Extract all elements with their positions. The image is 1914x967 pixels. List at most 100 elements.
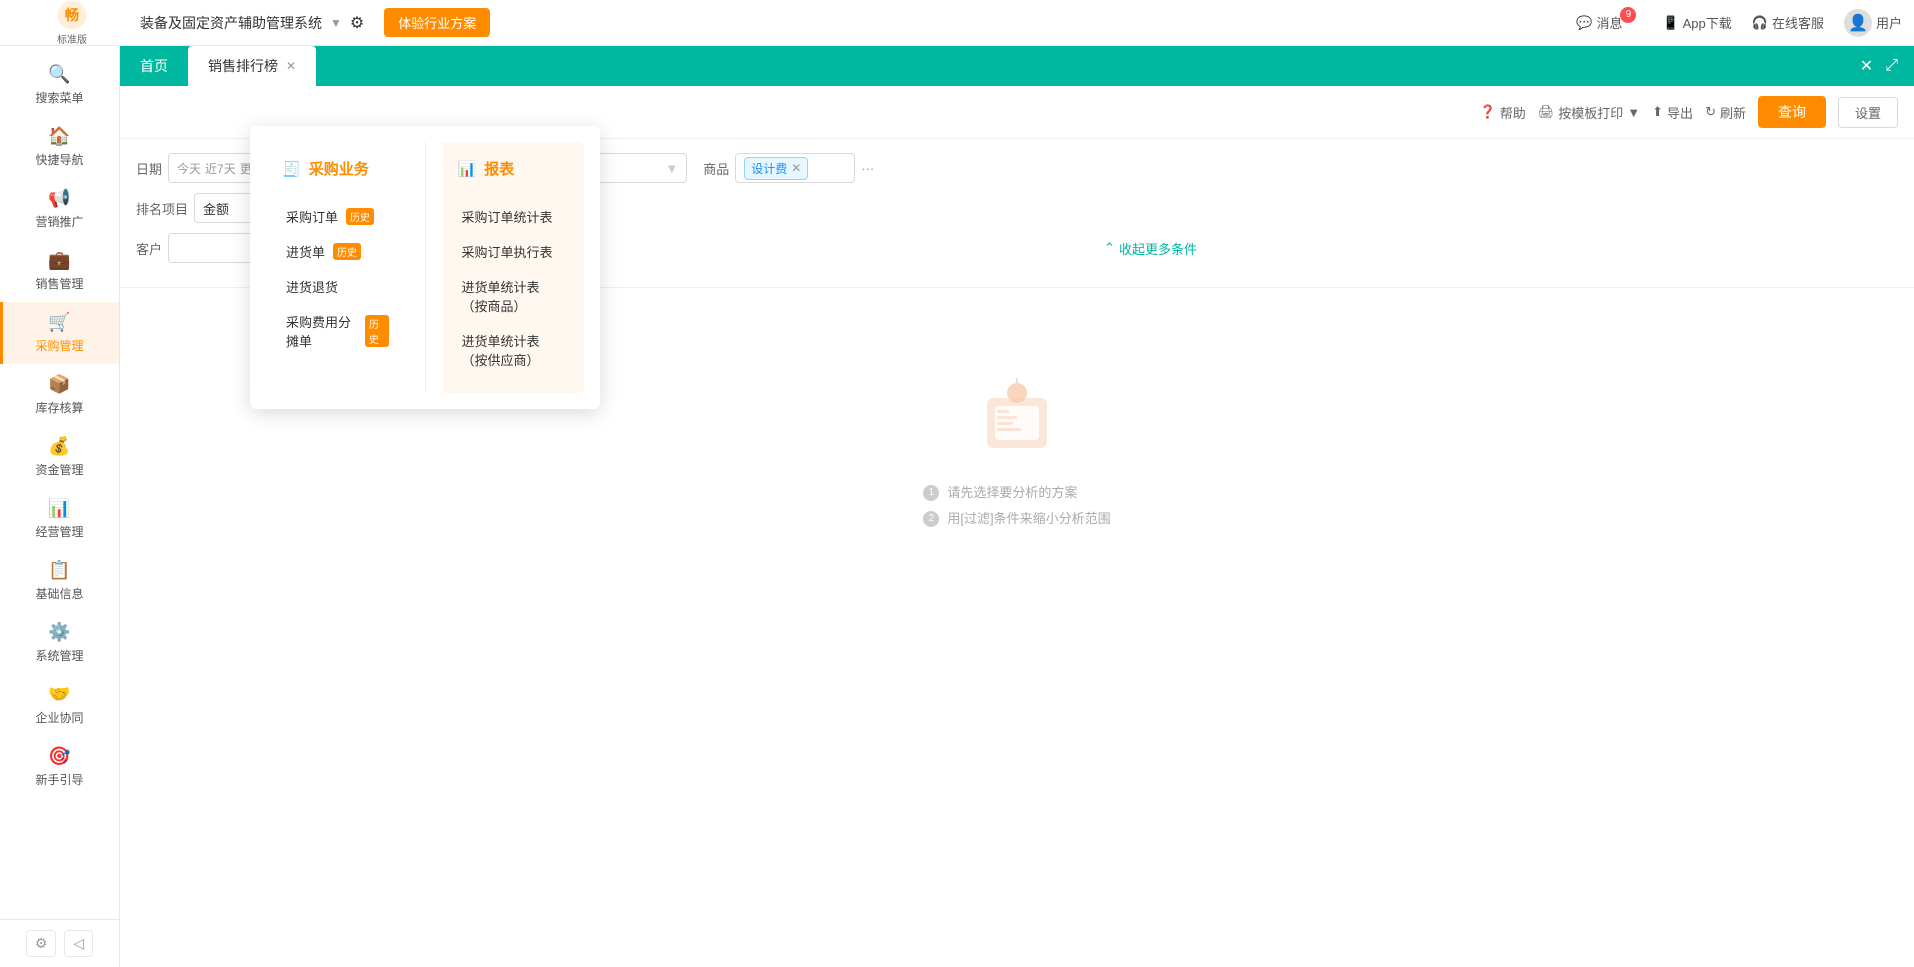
sidebar-bottom: ⚙ ◁ [0,919,119,967]
date-quick-today[interactable]: 今天 [177,160,201,177]
menu-item-incoming-label: 进货单 [286,242,325,261]
sidebar-item-purchase[interactable]: 🛒 采购管理 [0,302,119,364]
tab-expand-icon[interactable]: ⤢ [1881,53,1902,79]
menu-item-order-stats-label: 采购订单统计表 [462,207,553,226]
menu-item-order-stats[interactable]: 采购订单统计表 [458,199,569,234]
empty-tip-2: 2 用[过滤]条件来缩小分析范围 [923,506,1110,532]
sidebar-item-label: 搜索菜单 [35,89,83,106]
sidebar-item-search[interactable]: 🔍 搜索菜单 [0,54,119,116]
finance-icon: 💰 [48,436,70,457]
purchase-section-title: 🧾 采购业务 [282,158,393,187]
collapse-sidebar-btn[interactable]: ◁ [64,930,93,957]
tip-dot-2: 2 [923,511,939,527]
query-btn[interactable]: 查询 [1758,96,1826,128]
setting-btn[interactable]: 设置 [1838,97,1898,128]
sidebar-item-label: 企业协同 [35,709,83,726]
tab-bar: 首页 销售排行榜 ✕ ✕ ⤢ [120,46,1914,86]
sidebar-item-label: 基础信息 [35,585,83,602]
customer-label: 客户 [136,239,162,258]
online-service-btn[interactable]: 🎧 在线客服 [1752,13,1824,32]
menu-item-order-exec[interactable]: 采购订单执行表 [458,234,569,269]
message-label: 消息 [1596,13,1622,32]
goods-filter: 商品 设计费 ✕ ··· [703,153,874,183]
collapse-btn[interactable]: ⌃ 收起更多条件 [1104,239,1197,258]
svg-text:畅: 畅 [65,6,79,24]
sidebar-item-label: 系统管理 [35,647,83,664]
sidebar-item-label: 新手引导 [35,771,83,788]
menu-item-incoming-stats-goods-label: 进货单统计表（按商品） [462,277,565,315]
sidebar-item-quick-nav[interactable]: 🏠 快捷导航 [0,116,119,178]
menu-item-return-label: 进货退货 [286,277,338,296]
report-section: 📊 报表 采购订单统计表 采购订单执行表 进货单统计表（按商品） 进货单统计表（… [442,142,585,393]
system-title: 装备及固定资产辅助管理系统 ▼ ⚙ 体验行业方案 [140,8,1576,37]
tip-dot-1: 1 [923,485,939,501]
chevron-down-icon: ▼ [665,161,678,176]
sidebar-item-finance[interactable]: 💰 资金管理 [0,426,119,488]
sidebar-item-label: 快捷导航 [35,151,83,168]
menu-item-incoming-stats-supplier-label: 进货单统计表（按供应商） [462,331,565,369]
chevron-down-icon[interactable]: ▼ [330,16,342,30]
logo-subtitle: 标准版 [57,31,87,46]
help-icon: ❓ [1480,104,1496,120]
sidebar: 🔍 搜索菜单 🏠 快捷导航 📢 营销推广 💼 销售管理 🛒 采购管理 📦 库存核… [0,46,120,967]
print-btn[interactable]: 🖨 按模板打印 ▼ [1538,103,1640,122]
tab-sales-rank[interactable]: 销售排行榜 ✕ [188,46,316,86]
user-label: 用户 [1876,13,1902,32]
sales-icon: 💼 [48,250,70,271]
menu-item-order-exec-label: 采购订单执行表 [462,242,553,261]
menu-item-purchase-order[interactable]: 采购订单 历史 [282,199,393,234]
logo-icon: 畅 [56,0,88,31]
sidebar-item-marketing[interactable]: 📢 营销推广 [0,178,119,240]
goods-more-btn[interactable]: ··· [861,161,874,176]
goods-tag-close-btn[interactable]: ✕ [791,161,801,175]
purchase-section-icon: 🧾 [282,160,301,178]
menu-item-expense[interactable]: 采购费用分摊单 历史 [282,304,393,358]
headset-icon: 🎧 [1752,15,1768,31]
sidebar-item-cooperation[interactable]: 🤝 企业协同 [0,674,119,736]
sidebar-item-guide[interactable]: 🎯 新手引导 [0,736,119,798]
message-btn[interactable]: 💬 消息 9 [1576,13,1642,32]
help-btn[interactable]: ❓ 帮助 [1480,103,1526,122]
menu-item-return[interactable]: 进货退货 [282,269,393,304]
print-chevron-icon: ▼ [1627,105,1640,120]
message-badge: 9 [1620,7,1636,23]
settings-btn[interactable]: ⚙ [26,930,57,957]
menu-item-incoming[interactable]: 进货单 历史 [282,234,393,269]
tab-close-icon[interactable]: ✕ [1856,52,1877,80]
sidebar-item-system[interactable]: ⚙️ 系统管理 [0,612,119,674]
goods-input[interactable]: 设计费 ✕ [735,153,855,183]
app-download-btn[interactable]: 📱 App下载 [1662,13,1731,32]
collapse-label: 收起更多条件 [1119,239,1197,258]
tab-home[interactable]: 首页 [120,46,188,86]
purchase-dropdown-menu: 🧾 采购业务 采购订单 历史 进货单 历史 进货退货 [250,126,600,409]
refresh-btn[interactable]: ↻ 刷新 [1705,103,1746,122]
gear-icon[interactable]: ⚙ [350,13,364,33]
sidebar-item-label: 营销推广 [35,213,83,230]
online-service-label: 在线客服 [1772,13,1824,32]
menu-item-incoming-stats-goods[interactable]: 进货单统计表（按商品） [458,269,569,323]
report-section-title: 📊 报表 [458,158,569,187]
page-content: ❓ 帮助 🖨 按模板打印 ▼ ⬆ 导出 ↻ 刷新 查询 设置 [120,86,1914,967]
app-download-label: App下载 [1683,13,1732,32]
system-title-text: 装备及固定资产辅助管理系统 [140,13,322,33]
collapse-row: ⌃ 收起更多条件 [403,239,1898,258]
report-section-icon: 📊 [458,160,477,178]
export-btn[interactable]: ⬆ 导出 [1652,103,1693,122]
empty-illustration [967,368,1067,468]
sidebar-item-basic[interactable]: 📋 基础信息 [0,550,119,612]
purchase-section-label: 采购业务 [309,158,369,179]
sidebar-item-sales[interactable]: 💼 销售管理 [0,240,119,302]
print-label: 按模板打印 [1558,103,1623,122]
date-quick-7days[interactable]: 近7天 [205,160,236,177]
industry-btn[interactable]: 体验行业方案 [384,8,490,37]
tab-close-btn[interactable]: ✕ [286,59,296,73]
sidebar-item-label: 经营管理 [35,523,83,540]
logo-area: 畅 标准版 [12,0,132,46]
tab-home-label: 首页 [140,56,168,76]
sidebar-item-operations[interactable]: 📊 经营管理 [0,488,119,550]
sidebar-item-inventory[interactable]: 📦 库存核算 [0,364,119,426]
purchase-icon: 🛒 [48,312,70,333]
menu-item-incoming-stats-supplier[interactable]: 进货单统计表（按供应商） [458,323,569,377]
inventory-icon: 📦 [48,374,70,395]
user-menu[interactable]: 👤 用户 [1844,9,1902,37]
